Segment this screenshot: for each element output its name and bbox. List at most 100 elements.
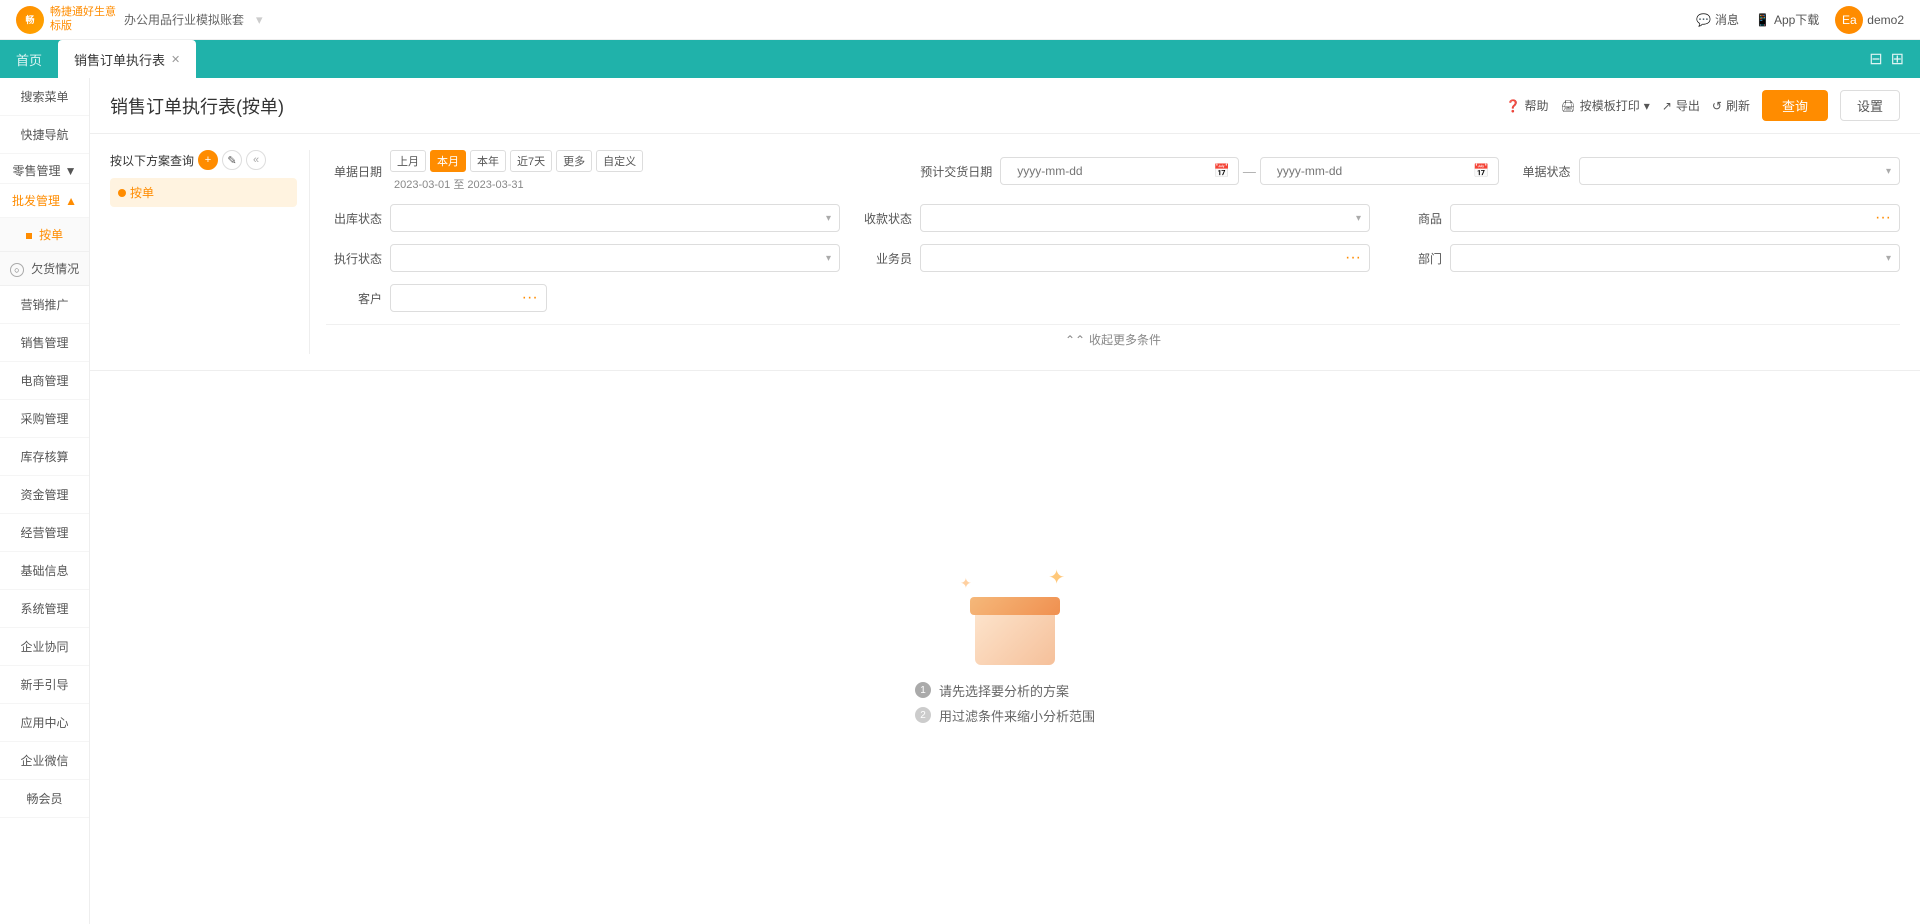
sidebar-item-app-center[interactable]: 应用中心 xyxy=(0,704,89,742)
customer-more-icon[interactable]: ··· xyxy=(522,289,538,307)
scheme-item-press-order[interactable]: 按单 xyxy=(110,178,297,207)
delivery-chevron-icon: ▾ xyxy=(826,213,831,224)
goods-input-wrapper: ··· xyxy=(1450,204,1900,232)
sparkle-icon: ✦ xyxy=(1048,565,1065,590)
bill-status-chevron-icon: ▾ xyxy=(1886,166,1891,177)
date-quick-btns: 上月 本月 本年 近7天 更多 自定义 xyxy=(390,150,904,172)
avatar: Ea xyxy=(1835,6,1863,34)
settings-button[interactable]: 设置 xyxy=(1840,90,1900,121)
empty-box-body xyxy=(975,610,1055,665)
retail-arrow-icon: ▼ xyxy=(65,164,77,178)
sparkle2-icon: ✦ xyxy=(960,575,972,592)
sidebar-item-sales-mgmt[interactable]: 销售管理 xyxy=(0,324,89,362)
empty-illustration: ✦ ✦ xyxy=(955,565,1055,665)
date-btn-last-month[interactable]: 上月 xyxy=(390,150,426,172)
date-btn-custom[interactable]: 自定义 xyxy=(596,150,643,172)
sidebar-item-finance[interactable]: 资金管理 xyxy=(0,476,89,514)
sidebar-item-inventory[interactable]: 库存核算 xyxy=(0,438,89,476)
header-left: 畅 畅捷通好生意 标版 办公用品行业模拟账套 ▾ xyxy=(16,6,267,34)
empty-state: ✦ ✦ 1 请先选择要分析的方案 2 用过滤条件来缩小分析范围 xyxy=(90,371,1920,924)
filter-field-exec-status: 执行状态 ▾ xyxy=(326,244,840,272)
sidebar-item-corp-collab[interactable]: 企业协同 xyxy=(0,628,89,666)
filter-row-3: 执行状态 ▾ 业务员 ··· 部门 xyxy=(326,244,1900,272)
date-btn-last7[interactable]: 近7天 xyxy=(510,150,552,172)
customer-input[interactable] xyxy=(399,291,522,305)
refresh-button[interactable]: ↺ 刷新 xyxy=(1712,97,1750,114)
sidebar-item-ecommerce[interactable]: 电商管理 xyxy=(0,362,89,400)
salesperson-input-wrapper: ··· xyxy=(920,244,1370,272)
tab-close-icon[interactable]: ✕ xyxy=(171,53,180,66)
sidebar-item-new-guide[interactable]: 新手引导 xyxy=(0,666,89,704)
bill-status-select[interactable]: ▾ xyxy=(1579,157,1901,185)
dept-select[interactable]: ▾ xyxy=(1450,244,1900,272)
app-download-button[interactable]: 📱 App下载 xyxy=(1755,11,1819,28)
dept-label: 部门 xyxy=(1386,250,1442,267)
user-avatar[interactable]: Ea demo2 xyxy=(1835,6,1904,34)
empty-step-2: 2 用过滤条件来缩小分析范围 xyxy=(915,706,1095,725)
tab-bar-actions: ⊟ ⊞ xyxy=(1869,49,1920,69)
page-header-actions: ❓ 帮助 🖨 按模板打印 ▾ ↗ 导出 ↺ 刷新 查询 设置 xyxy=(1506,90,1900,121)
expected-date-label: 预计交货日期 xyxy=(920,163,992,180)
tab-sales-order[interactable]: 销售订单执行表 ✕ xyxy=(58,40,196,78)
sidebar-item-corp-wechat[interactable]: 企业微信 xyxy=(0,742,89,780)
scheme-edit-button[interactable]: ✎ xyxy=(222,150,242,170)
date-end-icon: 📅 xyxy=(1473,163,1489,179)
scheme-active-dot-icon xyxy=(118,189,126,197)
scheme-collapse-button[interactable]: « xyxy=(246,150,266,170)
date-btn-more[interactable]: 更多 xyxy=(556,150,592,172)
sidebar-item-marketing[interactable]: 营销推广 xyxy=(0,286,89,324)
page-header: 销售订单执行表(按单) ❓ 帮助 🖨 按模板打印 ▾ ↗ 导出 ↺ 刷新 xyxy=(90,78,1920,134)
print-button[interactable]: 🖨 按模板打印 ▾ xyxy=(1561,97,1650,114)
search-button[interactable]: 查询 xyxy=(1762,90,1828,121)
exec-status-select[interactable]: ▾ xyxy=(390,244,840,272)
print-icon: 🖨 xyxy=(1561,99,1576,113)
empty-step-1: 1 请先选择要分析的方案 xyxy=(915,681,1095,700)
expected-date-start-wrapper: 📅 xyxy=(1000,157,1239,185)
sidebar-item-wholesale[interactable]: 批发管理 ▲ xyxy=(0,184,89,218)
payment-status-label: 收款状态 xyxy=(856,210,912,227)
date-btn-this-year[interactable]: 本年 xyxy=(470,150,506,172)
sidebar-sub-item-press-order[interactable]: 按单 xyxy=(0,218,89,252)
filter-field-goods: 商品 ··· xyxy=(1386,204,1900,232)
sidebar-item-purchase[interactable]: 采购管理 xyxy=(0,400,89,438)
sidebar-sub-item-debt[interactable]: ○ 欠货情况 xyxy=(0,252,89,286)
expected-date-end-input[interactable] xyxy=(1269,164,1469,178)
sidebar-item-retail[interactable]: 零售管理 ▼ xyxy=(0,154,89,184)
tab-home[interactable]: 首页 xyxy=(0,40,58,78)
goods-input[interactable] xyxy=(1459,211,1875,225)
breadcrumb-arrow-icon[interactable]: ▾ xyxy=(256,12,263,28)
date-range-text: 2023-03-01 至 2023-03-31 xyxy=(394,176,904,192)
message-icon: 💬 xyxy=(1696,13,1711,27)
salesperson-input[interactable] xyxy=(929,251,1345,265)
export-button[interactable]: ↗ 导出 xyxy=(1662,97,1700,114)
filter-field-expected-date: 预计交货日期 📅 — 📅 xyxy=(920,157,1498,185)
scheme-add-button[interactable]: + xyxy=(198,150,218,170)
maximize-icon[interactable]: ⊞ xyxy=(1891,49,1904,69)
customer-label: 客户 xyxy=(326,290,382,307)
message-button[interactable]: 💬 消息 xyxy=(1696,11,1739,28)
sidebar-item-member[interactable]: 畅会员 xyxy=(0,780,89,818)
sidebar-item-ops[interactable]: 经营管理 xyxy=(0,514,89,552)
help-button[interactable]: ❓ 帮助 xyxy=(1506,97,1549,114)
payment-status-select[interactable]: ▾ xyxy=(920,204,1370,232)
minimize-icon[interactable]: ⊟ xyxy=(1869,49,1882,69)
sidebar-item-search-menu[interactable]: 搜索菜单 xyxy=(0,78,89,116)
filter-field-dept: 部门 ▾ xyxy=(1386,244,1900,272)
filter-field-delivery-status: 出库状态 ▾ xyxy=(326,204,840,232)
delivery-status-select[interactable]: ▾ xyxy=(390,204,840,232)
empty-text-list: 1 请先选择要分析的方案 2 用过滤条件来缩小分析范围 xyxy=(915,681,1095,731)
sidebar-item-system[interactable]: 系统管理 xyxy=(0,590,89,628)
sidebar-item-quick-nav[interactable]: 快捷导航 xyxy=(0,116,89,154)
goods-more-icon[interactable]: ··· xyxy=(1875,209,1891,227)
refresh-icon: ↺ xyxy=(1712,99,1722,113)
exec-status-label: 执行状态 xyxy=(326,250,382,267)
scheme-panel: 按以下方案查询 + ✎ « 按单 xyxy=(110,150,310,354)
logo-text: 畅捷通好生意 标版 xyxy=(50,6,116,32)
date-btn-this-month[interactable]: 本月 xyxy=(430,150,466,172)
salesperson-more-icon[interactable]: ··· xyxy=(1345,249,1361,267)
expected-date-start-input[interactable] xyxy=(1009,164,1209,178)
main-layout: 搜索菜单 快捷导航 零售管理 ▼ 批发管理 ▲ 按单 ○ 欠货情况 营销推广 销… xyxy=(0,78,1920,924)
sidebar-item-basic-info[interactable]: 基础信息 xyxy=(0,552,89,590)
top-header: 畅 畅捷通好生意 标版 办公用品行业模拟账套 ▾ 💬 消息 📱 App下载 Ea… xyxy=(0,0,1920,40)
collapse-more-button[interactable]: ⌃⌃ 收起更多条件 xyxy=(326,324,1900,354)
